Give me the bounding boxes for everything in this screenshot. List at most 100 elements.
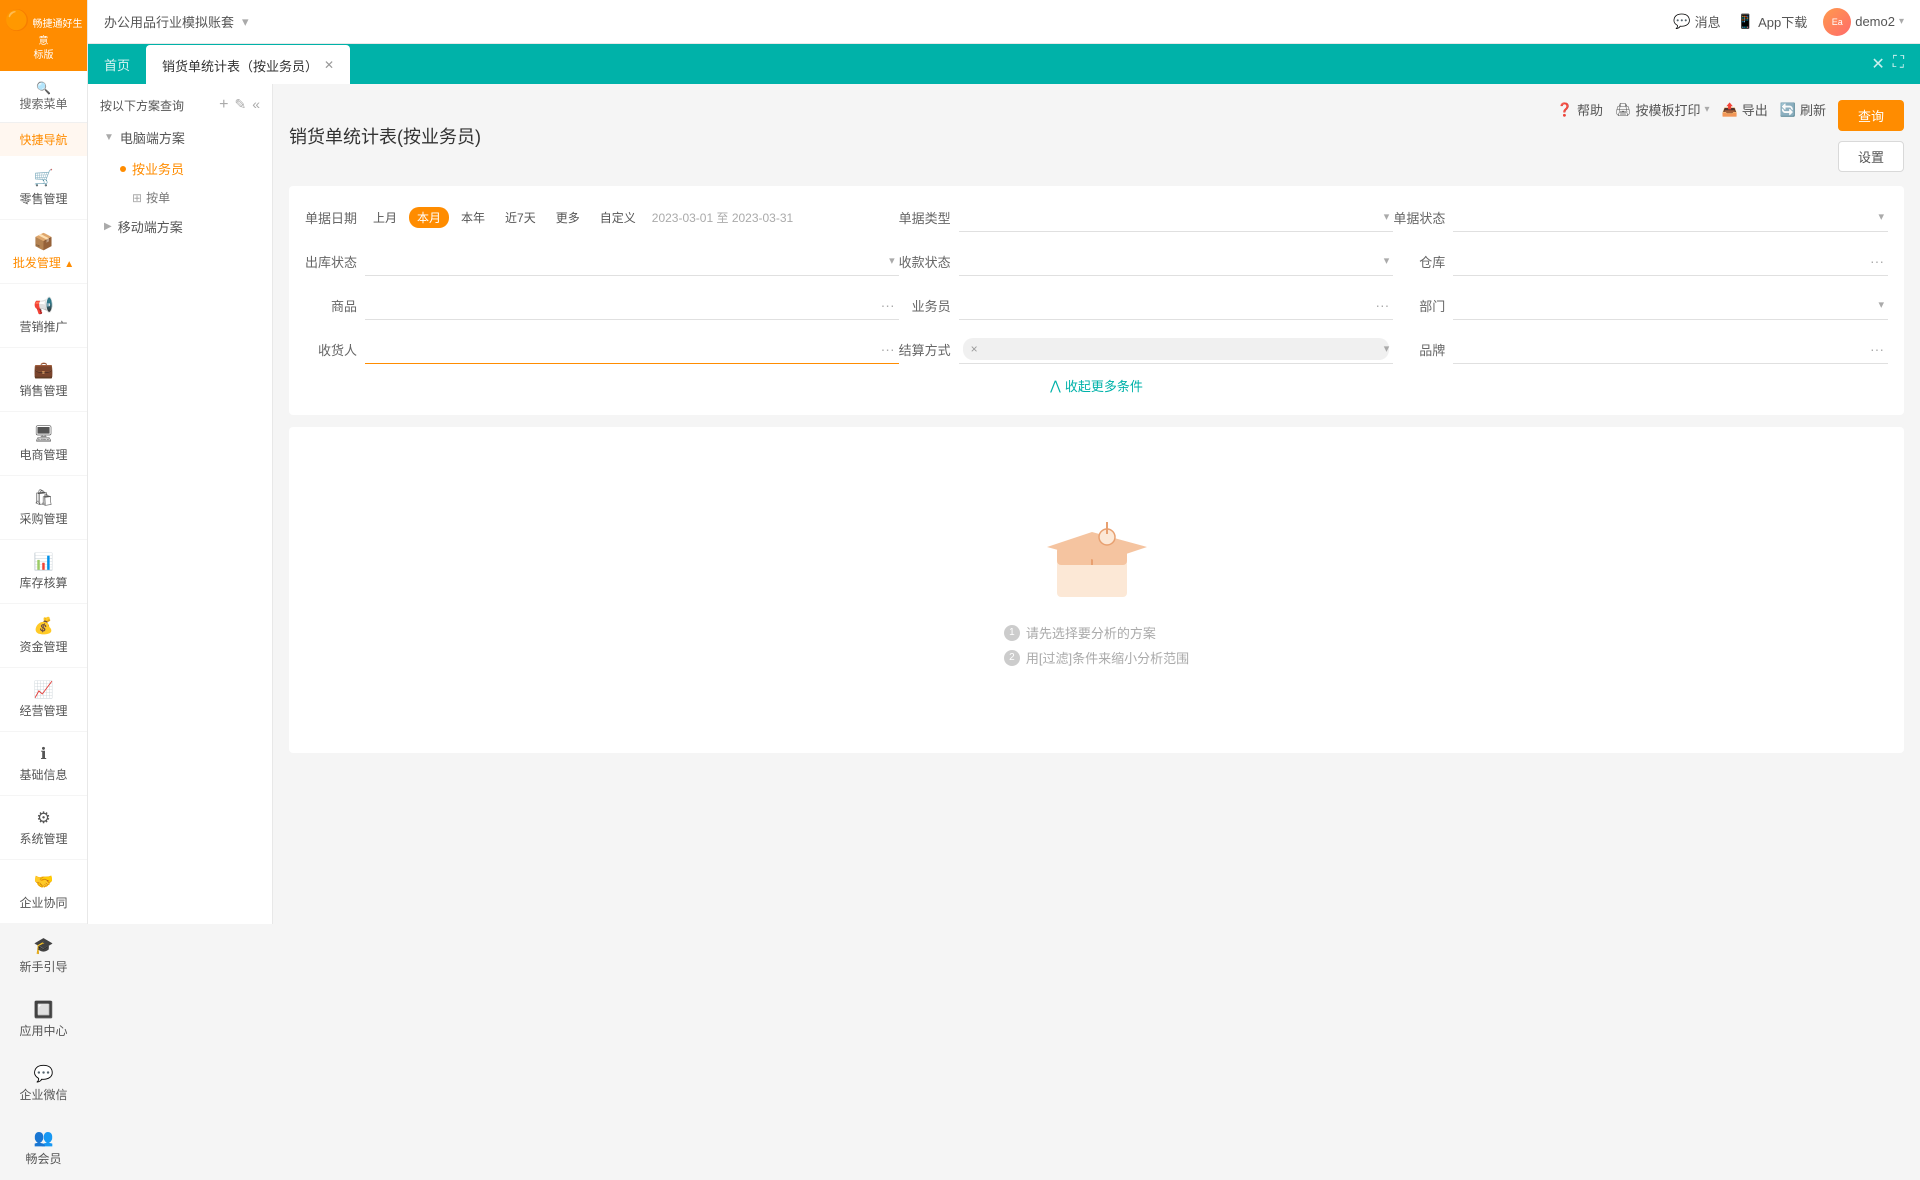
collapse-label: 收起更多条件 [1065,376,1143,395]
sidebar-item-retail[interactable]: 🛒 零售管理 [0,156,87,220]
out-status-label: 出库状态 [305,252,365,271]
tree-node-mobile[interactable]: ▶ 移动端方案 [88,211,272,242]
warehouse-label: 仓库 [1393,252,1453,271]
logo-text: 畅捷通好生意 标版 [32,19,82,61]
payment-status-caret: ▾ [1384,254,1390,267]
download-icon: 📱 [1737,13,1754,30]
refresh-icon: 🔄 [1780,102,1796,118]
sidebar-item-apps[interactable]: 🔲 应用中心 [0,988,87,1052]
brand-label: 品牌 [1393,340,1453,359]
sidebar-item-corp[interactable]: 🤝 企业协同 [0,860,87,924]
filter-row-4: 收货人 ··· 结算方式 × ▾ [305,334,1888,364]
sidebar-item-label: 零售管理 [19,192,67,206]
salesperson-dots: ··· [1375,297,1389,313]
sidebar-item-finance[interactable]: 💰 资金管理 [0,604,87,668]
sidebar-item-purchase[interactable]: 🛍 采购管理 [0,476,87,540]
salesperson-input[interactable]: ··· [959,290,1394,320]
home-label: 首页 [104,55,130,74]
user-avatar-area[interactable]: Ea demo2 ▾ [1823,8,1904,36]
department-select[interactable]: ▾ [1453,290,1888,320]
collapse-row: ⋀ 收起更多条件 [305,368,1888,399]
collapse-button[interactable]: ⋀ 收起更多条件 [1050,376,1143,395]
avatar-initials: Ea [1832,17,1843,27]
tip-num-2: 2 [1004,650,1020,666]
filter-row-1: 单据日期 上月 本月 本年 近7天 更多 自定义 2023-03-01 至 20… [305,202,1888,232]
add-scheme-button[interactable]: + [219,96,228,114]
template-print-label: 按模板打印 [1636,100,1701,119]
sidebar-item-label: 应用中心 [19,1024,67,1038]
page-actions: ❓ 帮助 🖨 按模板打印 ▾ 📤 导出 🔄 [1557,100,1826,119]
help-button[interactable]: ❓ 帮助 [1557,100,1603,119]
settlement-select[interactable]: × ▾ [959,334,1394,364]
tree-child-salesperson[interactable]: 按业务员 [88,153,272,184]
collapse-panel-button[interactable]: « [252,96,260,114]
doc-status-label: 单据状态 [1393,208,1453,227]
sidebar-item-operation[interactable]: 📈 经营管理 [0,668,87,732]
sidebar-item-quick-nav[interactable]: 快捷导航 [0,123,87,156]
salesperson-label: 业务员 [899,296,959,315]
sidebar-item-basic[interactable]: ℹ 基础信息 [0,732,87,796]
tip-text-2: 用[过滤]条件来缩小分析范围 [1026,648,1189,667]
title-dropdown-icon[interactable]: ▾ [242,14,249,30]
sidebar-item-ecommerce[interactable]: 🖥 电商管理 [0,412,87,476]
sidebar-item-wechat[interactable]: 💬 企业微信 [0,1052,87,1116]
tree-node-desktop[interactable]: ▼ 电脑端方案 [88,122,272,153]
edit-scheme-button[interactable]: ✎ [234,96,246,114]
brand-input[interactable]: ··· [1453,334,1888,364]
tree-sub-order[interactable]: ⊞ 按单 [88,184,272,211]
sidebar-item-sales[interactable]: 💼 销售管理 [0,348,87,412]
sidebar-item-newbie[interactable]: 🎓 新手引导 [0,924,87,988]
sidebar-item-inventory[interactable]: 📊 库存核算 [0,540,87,604]
goods-input[interactable]: ··· [365,290,899,320]
date-tab-last-month[interactable]: 上月 [365,207,405,228]
date-range-display: 2023-03-01 至 2023-03-31 [652,209,793,226]
consignee-input[interactable]: ··· [365,334,899,364]
export-button[interactable]: 📤 导出 [1722,100,1768,119]
sidebar-item-label: 搜索菜单 [8,95,79,112]
consignee-label: 收货人 [305,340,365,359]
date-tab-more[interactable]: 更多 [548,207,588,228]
empty-tips: 1 请先选择要分析的方案 2 用[过滤]条件来缩小分析范围 [1004,623,1189,673]
settings-button[interactable]: 设置 [1838,141,1904,172]
tree-dot-salesperson [120,166,126,172]
close-window-icon[interactable]: ✕ [1871,54,1884,74]
date-tab-this-month[interactable]: 本月 [409,207,449,228]
print-dropdown-icon: ▾ [1705,104,1710,115]
date-tab-custom[interactable]: 自定义 [592,207,644,228]
warehouse-input[interactable]: ··· [1453,246,1888,276]
sidebar-item-label: 新手引导 [19,960,67,974]
tip-item-2: 2 用[过滤]条件来缩小分析范围 [1004,648,1189,667]
sidebar-item-wholesale[interactable]: 📦 批发管理 ▲ [0,220,87,284]
message-button[interactable]: 💬 消息 [1673,12,1720,31]
sidebar-item-search[interactable]: 🔍 搜索菜单 [0,71,87,123]
doc-type-select[interactable]: ▾ [959,202,1394,232]
brand-dots: ··· [1870,341,1884,357]
tab-close-icon[interactable]: ✕ [324,58,334,72]
refresh-button[interactable]: 🔄 刷新 [1780,100,1826,119]
order-icon: ⊞ [132,191,142,205]
sidebar-item-marketing[interactable]: 📢 营销推广 [0,284,87,348]
page-title-row: 销货单统计表(按业务员) ❓ 帮助 🖨 按模板打印 ▾ 📤 [289,100,1904,172]
sidebar-item-label: 销售管理 [19,384,67,398]
export-label: 导出 [1742,100,1768,119]
tab-window-controls: ✕ ⛶ [1871,54,1920,74]
date-tab-7days[interactable]: 近7天 [497,207,544,228]
department-caret: ▾ [1878,298,1884,311]
out-status-select[interactable]: ▾ [365,246,899,276]
top-header: 办公用品行业模拟账套 ▾ 💬 消息 📱 App下载 Ea demo2 ▾ [88,0,1920,44]
payment-status-select[interactable]: ▾ [959,246,1394,276]
tip-num-1: 1 [1004,625,1020,641]
query-button[interactable]: 查询 [1838,100,1904,131]
date-tab-this-year[interactable]: 本年 [453,207,493,228]
tab-home[interactable]: 首页 [88,44,146,84]
app-download-button[interactable]: 📱 App下载 [1737,12,1808,31]
tab-sales-stat[interactable]: 销货单统计表（按业务员） ✕ [146,45,350,85]
sidebar-logo[interactable]: 🟠 畅捷通好生意 标版 [0,0,87,71]
maximize-icon[interactable]: ⛶ [1893,54,1904,74]
sidebar-item-system[interactable]: ⚙ 系统管理 [0,796,87,860]
template-print-button[interactable]: 🖨 按模板打印 ▾ [1615,100,1710,119]
goods-label: 商品 [305,296,365,315]
doc-status-select[interactable]: ▾ [1453,202,1888,232]
sidebar-item-member[interactable]: 👥 畅会员 [0,1116,87,1180]
settlement-tag-x[interactable]: × [971,342,978,356]
